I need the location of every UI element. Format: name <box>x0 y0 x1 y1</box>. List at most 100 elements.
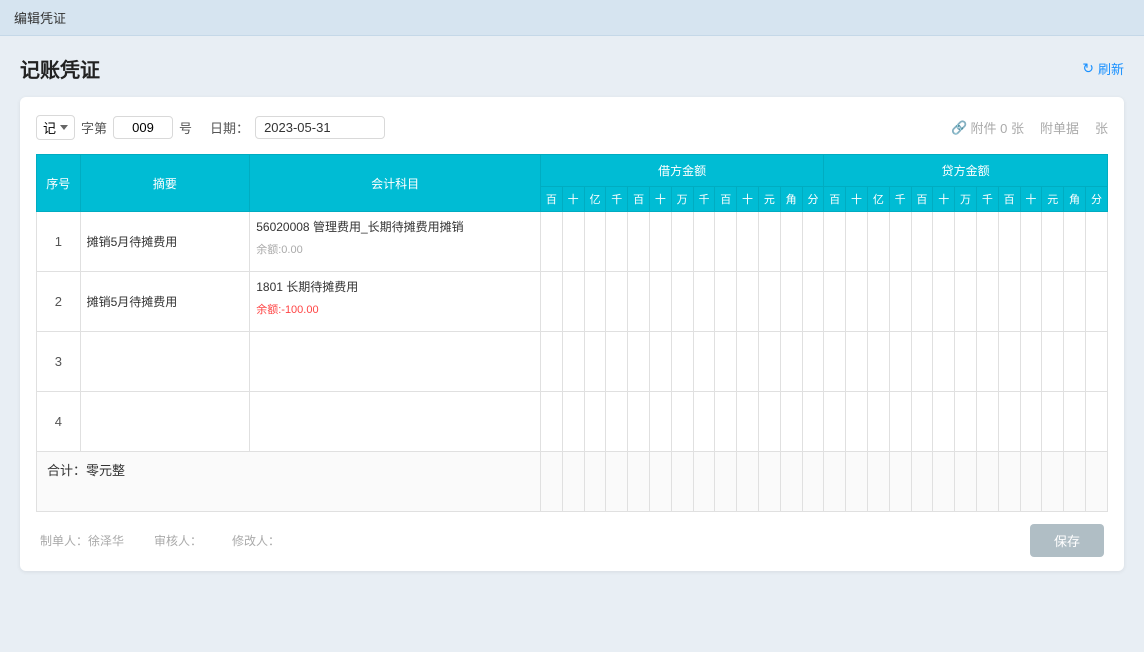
debit-cell[interactable] <box>693 332 715 392</box>
debit-cell[interactable] <box>628 392 650 452</box>
credit-cell[interactable] <box>1085 392 1107 452</box>
debit-cell[interactable] <box>649 392 671 452</box>
debit-cell[interactable] <box>562 392 584 452</box>
credit-cell[interactable] <box>1020 212 1042 272</box>
debit-cell[interactable] <box>737 392 759 452</box>
row-seq[interactable]: 3 <box>37 332 81 392</box>
credit-cell[interactable] <box>824 272 846 332</box>
debit-cell[interactable] <box>540 332 562 392</box>
refresh-button[interactable]: ↻ 刷新 <box>1082 59 1124 78</box>
row-account[interactable] <box>250 332 541 392</box>
debit-cell[interactable] <box>628 332 650 392</box>
row-summary[interactable]: 摊销5月待摊费用 <box>80 272 250 332</box>
debit-cell[interactable] <box>715 392 737 452</box>
credit-cell[interactable] <box>1064 332 1086 392</box>
debit-cell[interactable] <box>758 212 780 272</box>
debit-cell[interactable] <box>649 272 671 332</box>
debit-cell[interactable] <box>562 212 584 272</box>
credit-cell[interactable] <box>911 332 933 392</box>
save-button[interactable]: 保存 <box>1030 524 1104 557</box>
debit-cell[interactable] <box>671 332 693 392</box>
row-account[interactable]: 56020008 管理费用_长期待摊费用摊销余额:0.00 <box>250 212 541 272</box>
row-seq[interactable]: 2 <box>37 272 81 332</box>
debit-cell[interactable] <box>780 212 802 272</box>
debit-cell[interactable] <box>758 392 780 452</box>
credit-cell[interactable] <box>1042 212 1064 272</box>
credit-cell[interactable] <box>1085 272 1107 332</box>
attach-link[interactable]: 🔗 附件 0 张 <box>951 118 1024 137</box>
credit-cell[interactable] <box>1064 272 1086 332</box>
credit-cell[interactable] <box>889 332 911 392</box>
row-summary[interactable]: 摊销5月待摊费用 <box>80 212 250 272</box>
debit-cell[interactable] <box>693 272 715 332</box>
debit-cell[interactable] <box>606 272 628 332</box>
debit-cell[interactable] <box>671 212 693 272</box>
debit-cell[interactable] <box>628 212 650 272</box>
debit-cell[interactable] <box>562 332 584 392</box>
credit-cell[interactable] <box>998 212 1020 272</box>
debit-cell[interactable] <box>780 392 802 452</box>
debit-cell[interactable] <box>649 212 671 272</box>
credit-cell[interactable] <box>998 272 1020 332</box>
credit-cell[interactable] <box>889 392 911 452</box>
credit-cell[interactable] <box>955 212 977 272</box>
credit-cell[interactable] <box>846 332 868 392</box>
debit-cell[interactable] <box>758 272 780 332</box>
debit-cell[interactable] <box>628 272 650 332</box>
credit-cell[interactable] <box>889 272 911 332</box>
row-summary[interactable] <box>80 392 250 452</box>
credit-cell[interactable] <box>1042 332 1064 392</box>
debit-cell[interactable] <box>737 332 759 392</box>
credit-cell[interactable] <box>867 392 889 452</box>
credit-cell[interactable] <box>1085 332 1107 392</box>
debit-cell[interactable] <box>715 332 737 392</box>
credit-cell[interactable] <box>933 392 955 452</box>
credit-cell[interactable] <box>867 272 889 332</box>
row-summary[interactable] <box>80 332 250 392</box>
date-input[interactable] <box>255 116 385 139</box>
credit-cell[interactable] <box>846 212 868 272</box>
credit-cell[interactable] <box>867 212 889 272</box>
credit-cell[interactable] <box>1020 332 1042 392</box>
credit-cell[interactable] <box>1064 212 1086 272</box>
debit-cell[interactable] <box>802 272 824 332</box>
debit-cell[interactable] <box>802 212 824 272</box>
credit-cell[interactable] <box>976 332 998 392</box>
debit-cell[interactable] <box>584 332 606 392</box>
debit-cell[interactable] <box>758 332 780 392</box>
debit-cell[interactable] <box>540 272 562 332</box>
debit-cell[interactable] <box>606 392 628 452</box>
credit-cell[interactable] <box>889 212 911 272</box>
debit-cell[interactable] <box>584 272 606 332</box>
debit-cell[interactable] <box>737 272 759 332</box>
credit-cell[interactable] <box>824 332 846 392</box>
credit-cell[interactable] <box>1085 212 1107 272</box>
credit-cell[interactable] <box>998 332 1020 392</box>
debit-cell[interactable] <box>693 212 715 272</box>
debit-cell[interactable] <box>671 392 693 452</box>
credit-cell[interactable] <box>1064 392 1086 452</box>
credit-cell[interactable] <box>998 392 1020 452</box>
credit-cell[interactable] <box>911 392 933 452</box>
debit-cell[interactable] <box>540 392 562 452</box>
row-account[interactable] <box>250 392 541 452</box>
credit-cell[interactable] <box>1042 392 1064 452</box>
ji-select[interactable]: 记 <box>36 115 75 140</box>
credit-cell[interactable] <box>911 212 933 272</box>
debit-cell[interactable] <box>715 272 737 332</box>
row-account[interactable]: 1801 长期待摊费用余额:-100.00 <box>250 272 541 332</box>
debit-cell[interactable] <box>540 212 562 272</box>
row-seq[interactable]: 1 <box>37 212 81 272</box>
credit-cell[interactable] <box>976 212 998 272</box>
zi-input[interactable] <box>113 116 173 139</box>
credit-cell[interactable] <box>976 392 998 452</box>
debit-cell[interactable] <box>715 212 737 272</box>
debit-cell[interactable] <box>802 392 824 452</box>
debit-cell[interactable] <box>780 332 802 392</box>
credit-cell[interactable] <box>911 272 933 332</box>
debit-cell[interactable] <box>649 332 671 392</box>
credit-cell[interactable] <box>846 272 868 332</box>
credit-cell[interactable] <box>955 272 977 332</box>
credit-cell[interactable] <box>933 212 955 272</box>
credit-cell[interactable] <box>1020 272 1042 332</box>
